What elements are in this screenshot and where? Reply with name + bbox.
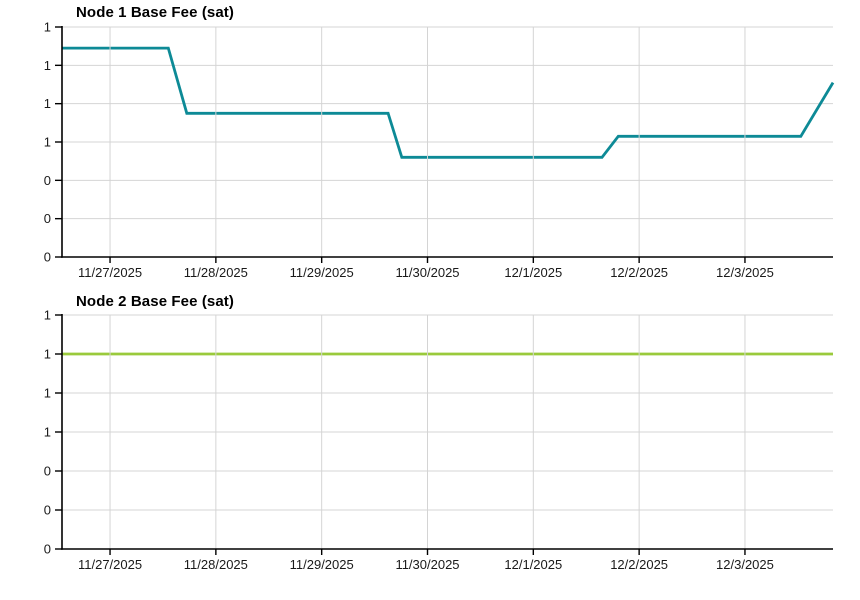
base-fee-charts-page: Node 1 Base Fee (sat) Node 2 Base Fee (s… (0, 0, 860, 600)
x-tick-label: 11/28/2025 (184, 265, 248, 280)
x-tick-label: 12/1/2025 (504, 265, 562, 280)
x-tick-label: 11/28/2025 (184, 557, 248, 572)
chart-1-plot: 11/27/2025 11/28/2025 11/29/2025 11/30/2025… (44, 20, 835, 280)
y-tick-label: 1 (44, 58, 51, 73)
chart-2-plot: 11/27/2025 11/28/2025 11/29/2025 11/30/2025… (44, 308, 833, 572)
x-tick-label: 11/29/2025 (290, 265, 354, 280)
y-tick-label: 0 (44, 503, 51, 518)
y-tick-label: 0 (44, 542, 51, 557)
y-tick-label: 1 (44, 20, 51, 35)
y-tick-label: 0 (44, 250, 51, 265)
y-tick-label: 0 (44, 464, 51, 479)
x-tick-label: 12/3/2025 (716, 265, 774, 280)
x-tick-label: 12/3/2025 (716, 557, 774, 572)
node1-base-fee-line (62, 46, 835, 159)
y-tick-label: 0 (44, 211, 51, 226)
y-tick-label: 1 (44, 308, 51, 323)
charts-canvas: 11/27/2025 11/28/2025 11/29/2025 11/30/2025… (44, 20, 835, 572)
x-tick-label: 12/2/2025 (610, 557, 668, 572)
x-tick-label: 11/30/2025 (395, 265, 459, 280)
x-tick-label: 11/30/2025 (395, 557, 459, 572)
x-tick-label: 12/2/2025 (610, 265, 668, 280)
x-tick-label: 11/27/2025 (78, 265, 142, 280)
y-tick-label: 1 (44, 347, 51, 362)
y-tick-label: 1 (44, 425, 51, 440)
y-tick-label: 0 (44, 173, 51, 188)
x-tick-label: 11/27/2025 (78, 557, 142, 572)
y-tick-label: 1 (44, 96, 51, 111)
x-tick-label: 11/29/2025 (290, 557, 354, 572)
y-tick-label: 1 (44, 135, 51, 150)
y-tick-label: 1 (44, 386, 51, 401)
x-tick-label: 12/1/2025 (504, 557, 562, 572)
